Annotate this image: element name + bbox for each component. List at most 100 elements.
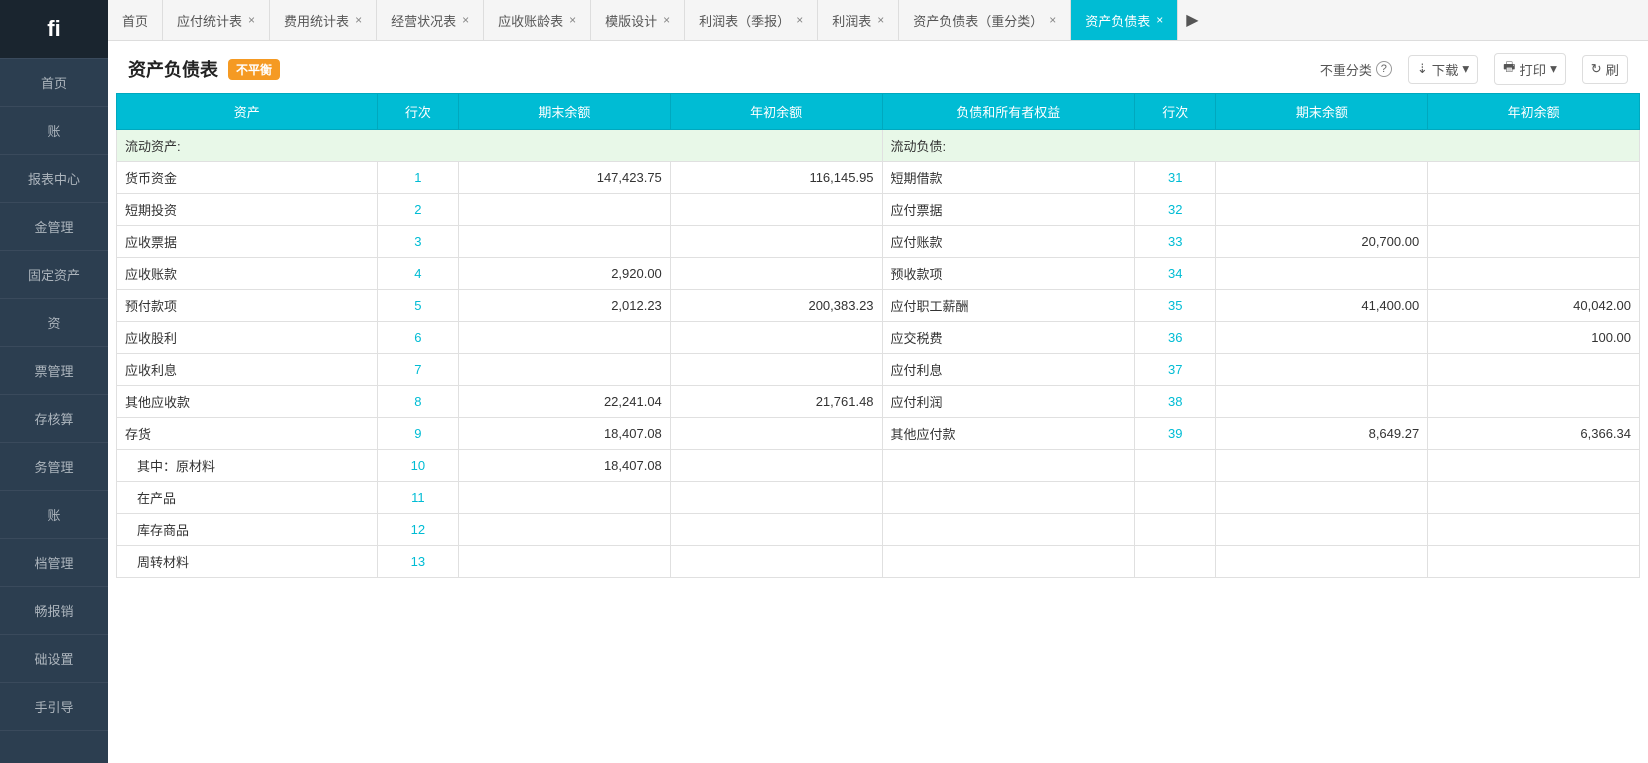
cell-begin-balance [670,514,882,546]
cell-liability: 其他应付款 [882,418,1134,450]
tab-close-profit[interactable]: × [877,13,884,27]
cell-row-number: 2 [377,194,458,226]
cell-end-balance: 147,423.75 [459,162,671,194]
tab-close-operation-status[interactable]: × [462,13,469,27]
sidebar-item-inventory[interactable]: 存核算 [0,395,108,443]
cell-asset: 存货 [117,418,378,450]
cell-end-balance2: 41,400.00 [1216,290,1428,322]
sidebar-item-fixed-assets[interactable]: 固定资产 [0,251,108,299]
tab-balance-reclassify[interactable]: 资产负债表（重分类） × [899,0,1071,40]
cell-row-number: 7 [377,354,458,386]
cell-begin-balance [670,194,882,226]
col-header-row: 行次 [377,94,458,130]
sidebar-item-archive[interactable]: 档管理 [0,539,108,587]
table-row: 其他应收款 8 22,241.04 21,761.48 应付利润 38 [117,386,1640,418]
tab-profit[interactable]: 利润表 × [818,0,899,40]
cell-liability: 应付职工薪酬 [882,290,1134,322]
sidebar-item-capital[interactable]: 资 [0,299,108,347]
tab-close-balance-reclassify[interactable]: × [1049,13,1056,27]
cell-begin-balance [670,258,882,290]
table-row: 库存商品 12 [117,514,1640,546]
cell-row-number2: 37 [1135,354,1216,386]
sidebar-item-account[interactable]: 账 [0,107,108,155]
cell-row-number: 9 [377,418,458,450]
cell-row-number: 8 [377,386,458,418]
tab-close-receivable-aging[interactable]: × [569,13,576,27]
cell-begin-balance [670,226,882,258]
balance-sheet-table: 资产 行次 期末余额 年初余额 负债和所有者权益 行次 期末余额 年初余额 流动… [116,93,1640,578]
col-header-asset: 资产 [117,94,378,130]
cell-end-balance2: 20,700.00 [1216,226,1428,258]
cell-row-number2: 38 [1135,386,1216,418]
table-container: 资产 行次 期末余额 年初余额 负债和所有者权益 行次 期末余额 年初余额 流动… [108,93,1648,763]
print-button[interactable]: 🖶 打印 ▾ [1494,53,1566,85]
cell-asset: 预付款项 [117,290,378,322]
col-header-liability: 负债和所有者权益 [882,94,1134,130]
sidebar-item-invoice[interactable]: 票管理 [0,347,108,395]
help-icon[interactable]: ? [1376,61,1392,77]
cell-end-balance [459,546,671,578]
tab-operation-status[interactable]: 经营状况表 × [377,0,484,40]
sidebar-logo: fi [0,0,108,59]
cell-begin-balance [670,450,882,482]
cell-asset: 库存商品 [117,514,378,546]
tab-profit-quarterly[interactable]: 利润表（季报） × [685,0,818,40]
cell-row-number2: 35 [1135,290,1216,322]
cell-row-number: 10 [377,450,458,482]
sidebar-item-report-center[interactable]: 报表中心 [0,155,108,203]
tab-close-profit-quarterly[interactable]: × [796,13,803,27]
tab-close-template-design[interactable]: × [663,13,670,27]
cell-asset: 应收账款 [117,258,378,290]
cell-asset: 应收利息 [117,354,378,386]
cell-row-number: 1 [377,162,458,194]
cell-end-balance2 [1216,162,1428,194]
sidebar-item-affairs[interactable]: 务管理 [0,443,108,491]
table-row: 应收股利 6 应交税费 36 100.00 [117,322,1640,354]
cell-begin-balance [670,354,882,386]
tab-scroll-right[interactable]: ▶ [1178,0,1206,40]
col-header-begin-balance: 年初余额 [670,94,882,130]
sidebar-item-settings[interactable]: 础设置 [0,635,108,683]
col-header-row2: 行次 [1135,94,1216,130]
cell-end-balance2 [1216,354,1428,386]
tab-payable-stats[interactable]: 应付统计表 × [163,0,270,40]
table-row: 应收票据 3 应付账款 33 20,700.00 [117,226,1640,258]
cell-end-balance [459,322,671,354]
sidebar-item-fund[interactable]: 金管理 [0,203,108,251]
cell-row-number2: 31 [1135,162,1216,194]
cell-asset: 周转材料 [117,546,378,578]
cell-end-balance2 [1216,194,1428,226]
table-row: 短期投资 2 应付票据 32 [117,194,1640,226]
page-title-area: 资产负债表 不平衡 [128,56,280,82]
page-title: 资产负债表 [128,56,218,82]
cell-begin-balance2 [1428,482,1640,514]
cell-row-number: 4 [377,258,458,290]
sidebar-item-home[interactable]: 首页 [0,59,108,107]
table-row: 货币资金 1 147,423.75 116,145.95 短期借款 31 [117,162,1640,194]
tab-home[interactable]: 首页 [108,0,163,40]
sidebar-item-expense[interactable]: 畅报销 [0,587,108,635]
cell-begin-balance: 200,383.23 [670,290,882,322]
tab-close-payable-stats[interactable]: × [248,13,255,27]
tab-close-balance[interactable]: × [1156,13,1163,27]
tab-receivable-aging[interactable]: 应收账龄表 × [484,0,591,40]
refresh-button[interactable]: ↻ 刷 [1582,55,1628,84]
table-row: 在产品 11 [117,482,1640,514]
tab-balance[interactable]: 资产负债表 × [1071,0,1178,40]
sidebar-item-guide[interactable]: 手引导 [0,683,108,731]
cell-end-balance2 [1216,482,1428,514]
tab-expense-stats[interactable]: 费用统计表 × [270,0,377,40]
cell-begin-balance2: 6,366.34 [1428,418,1640,450]
col-header-end-balance2: 期末余额 [1216,94,1428,130]
sidebar-item-ledger[interactable]: 账 [0,491,108,539]
download-icon: ⇣ [1417,61,1428,77]
download-button[interactable]: ⇣ 下载 ▾ [1408,55,1478,84]
section-asset-label: 流动资产: [117,130,883,162]
cell-begin-balance: 116,145.95 [670,162,882,194]
tab-close-expense-stats[interactable]: × [355,13,362,27]
table-row: 应收利息 7 应付利息 37 [117,354,1640,386]
cell-row-number: 5 [377,290,458,322]
tab-template-design[interactable]: 模版设计 × [591,0,685,40]
cell-begin-balance [670,546,882,578]
cell-row-number: 13 [377,546,458,578]
